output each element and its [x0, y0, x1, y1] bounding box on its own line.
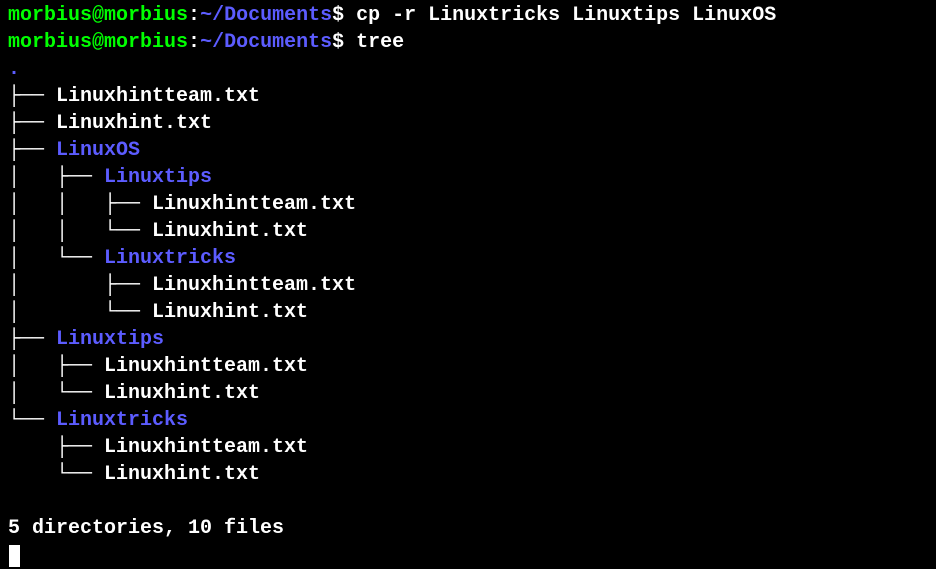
- tree-line: ├── Linuxhintteam.txt: [8, 434, 928, 461]
- summary-text: 5 directories, 10 files: [8, 517, 284, 540]
- tree-branch: ├──: [8, 436, 104, 459]
- tree-file: Linuxhint.txt: [104, 463, 260, 486]
- tree-dir: Linuxtricks: [104, 247, 236, 270]
- tree-line: │ └── Linuxtricks: [8, 245, 928, 272]
- tree-branch: ├──: [8, 85, 56, 108]
- tree-line: │ ├── Linuxhintteam.txt: [8, 272, 928, 299]
- tree-branch: │ └──: [8, 247, 104, 270]
- tree-line: │ └── Linuxhint.txt: [8, 299, 928, 326]
- blank-line: [8, 488, 928, 515]
- prompt-user: morbius: [8, 31, 92, 54]
- tree-file: Linuxhintteam.txt: [104, 355, 308, 378]
- prompt-user: morbius: [8, 4, 92, 27]
- prompt-colon: :: [188, 4, 200, 27]
- tree-line: └── Linuxtricks: [8, 407, 928, 434]
- prompt-at: @: [92, 31, 104, 54]
- tree-line: │ └── Linuxhint.txt: [8, 380, 928, 407]
- tree-file: Linuxhint.txt: [152, 301, 308, 324]
- tree-line: ├── Linuxhint.txt: [8, 110, 928, 137]
- prompt-at: @: [92, 4, 104, 27]
- prompt-host: morbius: [104, 4, 188, 27]
- tree-root: .: [8, 56, 928, 83]
- prompt-dollar: $: [332, 4, 344, 27]
- prompt-path: ~/Documents: [200, 31, 332, 54]
- command-cp-text: cp -r Linuxtricks Linuxtips LinuxOS: [356, 4, 776, 27]
- tree-branch: ├──: [8, 139, 56, 162]
- tree-branch: │ │ ├──: [8, 193, 152, 216]
- tree-file: Linuxhintteam.txt: [152, 274, 356, 297]
- tree-branch: │ ├──: [8, 355, 104, 378]
- tree-line: │ │ └── Linuxhint.txt: [8, 218, 928, 245]
- tree-file: Linuxhintteam.txt: [152, 193, 356, 216]
- tree-file: Linuxhint.txt: [56, 112, 212, 135]
- tree-file: Linuxhint.txt: [152, 220, 308, 243]
- tree-branch: │ └──: [8, 301, 152, 324]
- tree-line: │ ├── Linuxhintteam.txt: [8, 353, 928, 380]
- tree-file: Linuxhint.txt: [104, 382, 260, 405]
- tree-branch: └──: [8, 463, 104, 486]
- terminal[interactable]: morbius@morbius:~/Documents$ cp -r Linux…: [8, 2, 928, 569]
- tree-root-dot: .: [8, 58, 20, 81]
- command-tree: [344, 31, 356, 54]
- command-tree-text: tree: [356, 31, 404, 54]
- cursor: [9, 545, 20, 567]
- prompt-dollar: $: [332, 31, 344, 54]
- tree-branch: │ ├──: [8, 274, 152, 297]
- tree-branch: │ ├──: [8, 166, 104, 189]
- cursor-line: [8, 542, 928, 569]
- tree-dir: LinuxOS: [56, 139, 140, 162]
- tree-line: ├── Linuxtips: [8, 326, 928, 353]
- tree-line: ├── LinuxOS: [8, 137, 928, 164]
- tree-branch: ├──: [8, 112, 56, 135]
- tree-branch: ├──: [8, 328, 56, 351]
- tree-dir: Linuxtricks: [56, 409, 188, 432]
- tree-output: ├── Linuxhintteam.txt├── Linuxhint.txt├─…: [8, 83, 928, 488]
- tree-branch: └──: [8, 409, 56, 432]
- prompt-host: morbius: [104, 31, 188, 54]
- prompt-line-2: morbius@morbius:~/Documents$ tree: [8, 29, 928, 56]
- tree-dir: Linuxtips: [56, 328, 164, 351]
- tree-line: │ │ ├── Linuxhintteam.txt: [8, 191, 928, 218]
- tree-branch: │ └──: [8, 382, 104, 405]
- prompt-line-1: morbius@morbius:~/Documents$ cp -r Linux…: [8, 2, 928, 29]
- tree-line: │ ├── Linuxtips: [8, 164, 928, 191]
- tree-dir: Linuxtips: [104, 166, 212, 189]
- tree-branch: │ │ └──: [8, 220, 152, 243]
- command-cp: [344, 4, 356, 27]
- prompt-path: ~/Documents: [200, 4, 332, 27]
- tree-file: Linuxhintteam.txt: [56, 85, 260, 108]
- tree-file: Linuxhintteam.txt: [104, 436, 308, 459]
- tree-line: ├── Linuxhintteam.txt: [8, 83, 928, 110]
- prompt-colon: :: [188, 31, 200, 54]
- tree-line: └── Linuxhint.txt: [8, 461, 928, 488]
